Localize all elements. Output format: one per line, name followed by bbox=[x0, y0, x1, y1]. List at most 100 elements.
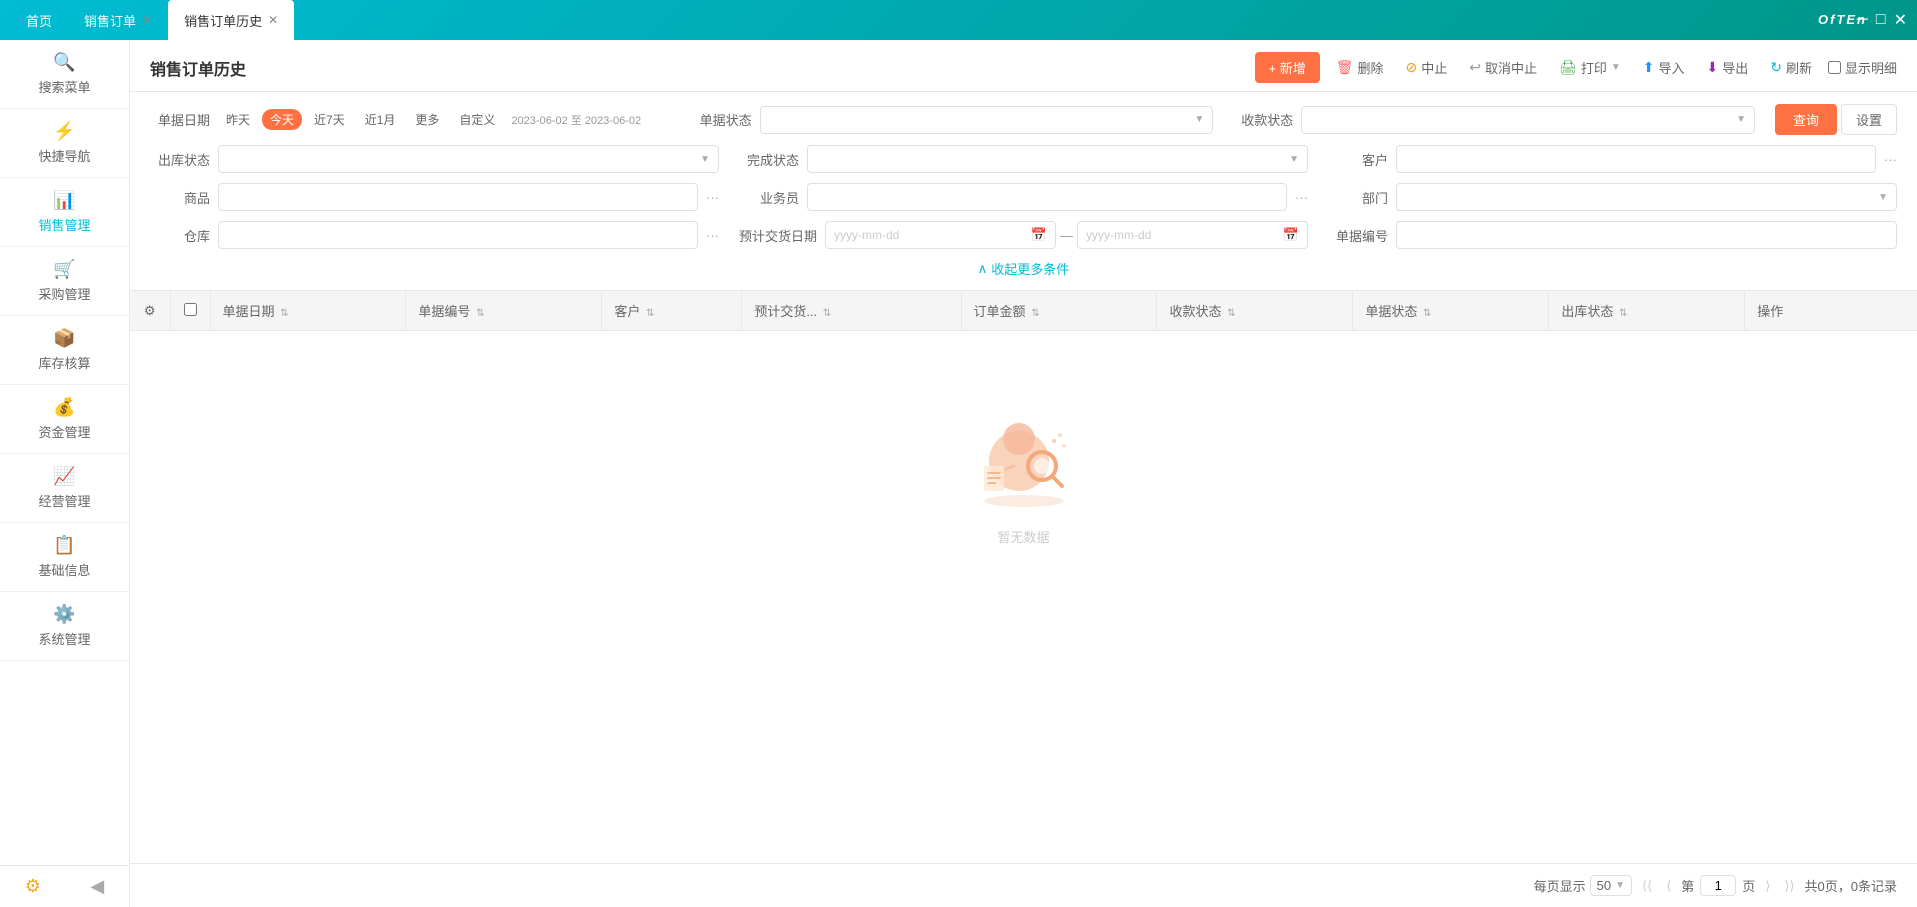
date-tab-more[interactable]: 更多 bbox=[407, 109, 447, 130]
tab-sales-order-history[interactable]: 销售订单历史 ✕ bbox=[168, 0, 294, 40]
per-page-group: 每页显示 50 ▼ bbox=[1534, 875, 1632, 896]
sort-order-status-icon[interactable]: ⇅ bbox=[1423, 308, 1431, 319]
th-number: 单据编号 ⇅ bbox=[406, 291, 602, 331]
import-button[interactable]: ⬆ 导入 bbox=[1637, 54, 1691, 81]
tab-home[interactable]: 首页 bbox=[10, 0, 68, 40]
th-operation: 操作 bbox=[1745, 291, 1917, 331]
print-icon: 🖨 bbox=[1559, 59, 1577, 76]
filter-group-customer: 客户 ··· bbox=[1328, 145, 1897, 173]
expected-date-start-calendar-icon[interactable]: 📅 bbox=[1031, 227, 1047, 243]
close-tab-sales-order[interactable]: ✕ bbox=[142, 13, 152, 27]
salesperson-dots-icon[interactable]: ··· bbox=[1295, 190, 1308, 205]
warehouse-dots-icon[interactable]: ··· bbox=[706, 228, 719, 243]
collapse-up-icon: ∧ bbox=[978, 261, 988, 277]
print-button[interactable]: 🖨 打印 ▼ bbox=[1553, 54, 1627, 81]
date-tab-custom[interactable]: 自定义 bbox=[451, 109, 503, 130]
filter-group-order-number: 单据编号 bbox=[1328, 221, 1897, 249]
action-buttons: 查询 设置 bbox=[1775, 104, 1897, 135]
expected-date-start[interactable]: yyyy-mm-dd 📅 bbox=[825, 221, 1056, 249]
sort-customer-icon[interactable]: ⇅ bbox=[646, 308, 654, 319]
completion-status-arrow-icon: ▼ bbox=[1289, 154, 1299, 165]
date-tab-yesterday[interactable]: 昨天 bbox=[218, 109, 258, 130]
sidebar-item-stock-mgmt[interactable]: 📦 库存核算 bbox=[0, 316, 129, 385]
cancel-stop-button[interactable]: ↩ 取消中止 bbox=[1463, 54, 1543, 81]
th-check[interactable] bbox=[170, 291, 210, 331]
customer-control: ··· bbox=[1396, 145, 1897, 173]
completion-status-select[interactable]: ▼ bbox=[807, 145, 1308, 173]
customer-filter-label: 客户 bbox=[1328, 150, 1388, 169]
salesperson-input[interactable] bbox=[807, 183, 1287, 211]
sort-delivery-status-icon[interactable]: ⇅ bbox=[1619, 308, 1627, 319]
table-settings-icon[interactable]: ⚙ bbox=[144, 303, 156, 318]
date-tab-7days[interactable]: 近7天 bbox=[306, 109, 353, 130]
order-status-arrow-icon: ▼ bbox=[1194, 114, 1204, 125]
add-button[interactable]: + 新增 bbox=[1255, 52, 1320, 83]
delivery-status-control: ▼ bbox=[218, 145, 719, 173]
export-button[interactable]: ⬇ 导出 bbox=[1700, 54, 1754, 81]
customer-dots-icon[interactable]: ··· bbox=[1884, 152, 1897, 167]
sidebar-item-base-info[interactable]: 📋 基础信息 bbox=[0, 523, 129, 592]
close-tab-sales-order-history[interactable]: ✕ bbox=[268, 13, 278, 27]
delete-button[interactable]: 🗑 删除 bbox=[1330, 54, 1390, 81]
payment-status-select[interactable]: ▼ bbox=[1301, 106, 1755, 134]
th-customer: 客户 ⇅ bbox=[602, 291, 742, 331]
date-tab-1month[interactable]: 近1月 bbox=[357, 109, 404, 130]
sort-date-icon[interactable]: ⇅ bbox=[280, 308, 288, 319]
sidebar-item-operation-mgmt[interactable]: 📈 经营管理 bbox=[0, 454, 129, 523]
footer: 每页显示 50 ▼ ⟨⟨ ⟨ 第 页 ⟩ ⟩⟩ 共0页，0条记录 bbox=[130, 863, 1917, 907]
expected-date-end-calendar-icon[interactable]: 📅 bbox=[1283, 227, 1299, 243]
sidebar-item-fund-mgmt[interactable]: 💰 资金管理 bbox=[0, 385, 129, 454]
show-detail-checkbox-label[interactable]: 显示明细 bbox=[1828, 58, 1897, 77]
refresh-button[interactable]: ↻ 刷新 bbox=[1764, 54, 1818, 81]
product-dots-icon[interactable]: ··· bbox=[706, 190, 719, 205]
select-all-checkbox[interactable] bbox=[184, 303, 197, 316]
sort-amount-icon[interactable]: ⇅ bbox=[1031, 308, 1039, 319]
filter-group-order-status: 单据状态 ▼ bbox=[692, 106, 1214, 134]
expected-date-end[interactable]: yyyy-mm-dd 📅 bbox=[1077, 221, 1308, 249]
sidebar-item-search-menu[interactable]: 🔍 搜索菜单 bbox=[0, 40, 129, 109]
delivery-status-select[interactable]: ▼ bbox=[218, 145, 719, 173]
query-button[interactable]: 查询 bbox=[1775, 104, 1837, 135]
next-page-button[interactable]: ⟩ bbox=[1761, 876, 1774, 896]
date-tabs: 昨天 今天 近7天 近1月 更多 自定义 bbox=[218, 109, 503, 130]
sidebar-item-sales-mgmt[interactable]: 📊 销售管理 bbox=[0, 178, 129, 247]
filter-group-salesperson: 业务员 ··· bbox=[739, 183, 1308, 211]
th-settings[interactable]: ⚙ bbox=[130, 291, 170, 331]
sidebar-item-purchase-mgmt[interactable]: 🛒 采购管理 bbox=[0, 247, 129, 316]
sidebar-collapse-icon[interactable]: ◀ bbox=[90, 876, 104, 897]
first-page-button[interactable]: ⟨⟨ bbox=[1638, 876, 1656, 896]
order-status-select[interactable]: ▼ bbox=[760, 106, 1214, 134]
product-input[interactable] bbox=[218, 183, 698, 211]
last-page-button[interactable]: ⟩⟩ bbox=[1780, 876, 1798, 896]
expected-date-filter-label: 预计交货日期 bbox=[739, 226, 817, 245]
stop-icon: ⊘ bbox=[1406, 59, 1418, 76]
sales-mgmt-icon: 📊 bbox=[53, 190, 75, 211]
maximize-icon[interactable]: □ bbox=[1876, 11, 1886, 29]
empty-state-text: 暂无数据 bbox=[997, 527, 1049, 546]
stop-button[interactable]: ⊘ 中止 bbox=[1400, 54, 1454, 81]
sidebar: 🔍 搜索菜单 ⚡ 快捷导航 📊 销售管理 🛒 采购管理 📦 库存核算 💰 资金管… bbox=[0, 40, 130, 907]
prev-page-button[interactable]: ⟨ bbox=[1662, 876, 1675, 896]
settings-button[interactable]: 设置 bbox=[1841, 104, 1897, 135]
order-number-input[interactable] bbox=[1396, 221, 1897, 249]
sort-expected-date-icon[interactable]: ⇅ bbox=[823, 308, 831, 319]
sort-payment-status-icon[interactable]: ⇅ bbox=[1227, 308, 1235, 319]
collapse-filters-row[interactable]: ∧ 收起更多条件 bbox=[150, 259, 1897, 278]
customer-input[interactable] bbox=[1396, 145, 1876, 173]
delete-icon: 🗑 bbox=[1336, 59, 1354, 76]
department-select[interactable]: ▼ bbox=[1396, 183, 1897, 211]
sidebar-settings-icon[interactable]: ⚙ bbox=[25, 876, 41, 897]
sort-number-icon[interactable]: ⇅ bbox=[476, 308, 484, 319]
tab-sales-order[interactable]: 销售订单 ✕ bbox=[68, 0, 168, 40]
sidebar-item-quick-nav[interactable]: ⚡ 快捷导航 bbox=[0, 109, 129, 178]
sidebar-item-system-mgmt[interactable]: ⚙️ 系统管理 bbox=[0, 592, 129, 661]
show-detail-checkbox[interactable] bbox=[1828, 61, 1841, 74]
filter-row-3: 商品 ··· 业务员 ··· 部门 bbox=[150, 183, 1897, 211]
date-tab-today[interactable]: 今天 bbox=[262, 109, 302, 130]
warehouse-input[interactable] bbox=[218, 221, 698, 249]
page-input[interactable] bbox=[1700, 875, 1736, 896]
window-close-icon[interactable]: ✕ bbox=[1894, 10, 1907, 30]
filter-group-expected-date: 预计交货日期 yyyy-mm-dd 📅 — yyyy-mm-dd 📅 bbox=[739, 221, 1308, 249]
per-page-select[interactable]: 50 ▼ bbox=[1590, 875, 1632, 896]
sidebar-bottom: ⚙ ◀ bbox=[0, 865, 129, 907]
